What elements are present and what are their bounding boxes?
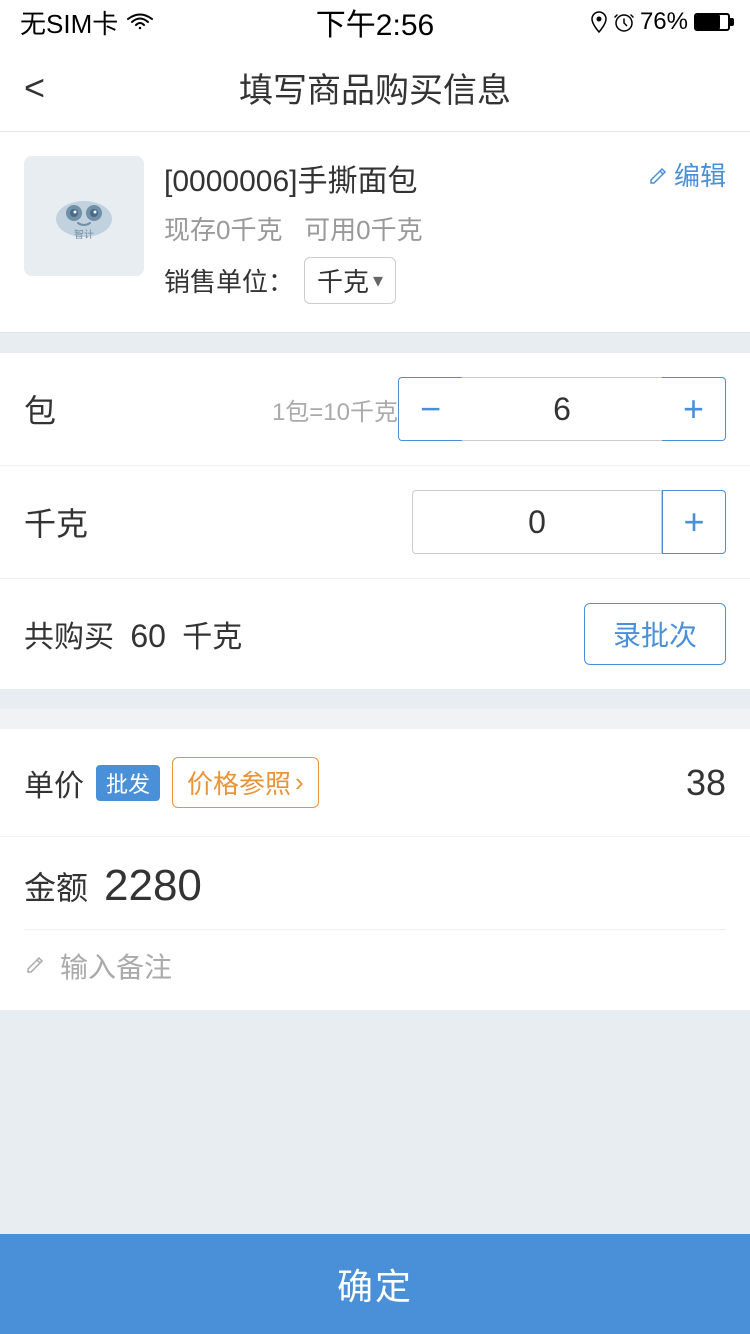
nav-bar: < 填写商品购买信息 bbox=[0, 44, 750, 132]
battery-percent: 76% bbox=[640, 8, 688, 36]
chevron-down-icon: ▾ bbox=[373, 268, 383, 293]
price-section: 单价 批发 价格参照 › 38 bbox=[0, 729, 750, 837]
note-row[interactable]: 输入备注 bbox=[24, 929, 726, 1010]
quantity-section: 包 1包=10千克 − + 千克 + 共购买 60 千克 bbox=[0, 353, 750, 689]
pack-minus-button[interactable]: − bbox=[398, 377, 462, 441]
section-separator-1 bbox=[0, 333, 750, 353]
status-carrier: 无SIM卡 bbox=[20, 4, 154, 41]
product-info: [0000006]手撕面包 编辑 现存0千克 可用0千克 销售单位： 千克 ▾ bbox=[164, 156, 726, 304]
pencil-icon bbox=[24, 950, 50, 983]
product-name: [0000006]手撕面包 bbox=[164, 156, 417, 200]
pack-qty-row: 包 1包=10千克 − + bbox=[0, 353, 750, 466]
pack-qty-input[interactable] bbox=[462, 377, 662, 441]
alarm-icon bbox=[614, 11, 634, 33]
amount-label: 金额 bbox=[24, 863, 88, 909]
kg-qty-controls: + bbox=[412, 490, 726, 554]
amount-value: 2280 bbox=[104, 861, 202, 911]
price-row: 单价 批发 价格参照 › 38 bbox=[0, 729, 750, 837]
pack-label: 包 bbox=[24, 386, 264, 432]
kg-plus-button[interactable]: + bbox=[662, 490, 726, 554]
amount-row: 金额 2280 bbox=[24, 861, 726, 911]
carrier-text: 无SIM卡 bbox=[20, 4, 118, 41]
section-separator-2 bbox=[0, 689, 750, 709]
location-icon bbox=[590, 11, 608, 33]
total-row: 共购买 60 千克 录批次 bbox=[0, 579, 750, 689]
price-tag: 批发 bbox=[96, 765, 160, 801]
wifi-icon bbox=[126, 12, 154, 32]
edit-button[interactable]: 编辑 bbox=[648, 156, 726, 193]
pack-plus-button[interactable]: + bbox=[662, 377, 726, 441]
batch-button[interactable]: 录批次 bbox=[584, 603, 726, 665]
edit-icon bbox=[648, 164, 670, 186]
svg-text:智计: 智计 bbox=[74, 228, 94, 241]
confirm-button-label: 确定 bbox=[337, 1258, 413, 1310]
kg-qty-input[interactable] bbox=[412, 490, 662, 554]
product-stock: 现存0千克 可用0千克 bbox=[164, 210, 726, 247]
note-placeholder: 输入备注 bbox=[60, 946, 172, 986]
unit-select[interactable]: 千克 ▾ bbox=[304, 257, 396, 304]
price-value: 38 bbox=[686, 762, 726, 804]
price-label-group: 单价 批发 价格参照 › bbox=[24, 757, 319, 808]
bottom-spacer bbox=[0, 1010, 750, 1270]
kg-qty-row: 千克 + bbox=[0, 466, 750, 579]
price-label: 单价 bbox=[24, 761, 84, 805]
page-title: 填写商品购买信息 bbox=[239, 63, 511, 112]
status-right: 76% bbox=[590, 8, 730, 36]
confirm-button[interactable]: 确定 bbox=[0, 1234, 750, 1334]
back-button[interactable]: < bbox=[24, 67, 45, 109]
pack-qty-controls: − + bbox=[398, 377, 726, 441]
product-thumbnail: 智计 bbox=[24, 156, 144, 276]
product-unit-row: 销售单位： 千克 ▾ bbox=[164, 257, 726, 304]
total-text: 共购买 60 千克 bbox=[24, 612, 242, 656]
battery-icon bbox=[694, 13, 730, 31]
unit-label: 销售单位： bbox=[164, 262, 294, 299]
pack-hint: 1包=10千克 bbox=[272, 392, 398, 427]
total-value: 60 bbox=[130, 618, 166, 654]
kg-label: 千克 bbox=[24, 506, 88, 542]
amount-section: 金额 2280 输入备注 bbox=[0, 837, 750, 1010]
product-card: 智计 [0000006]手撕面包 编辑 现存0千克 可用0千克 销售单位： 千克… bbox=[0, 132, 750, 333]
price-ref-button[interactable]: 价格参照 › bbox=[172, 757, 319, 808]
status-bar: 无SIM卡 下午2:56 76% bbox=[0, 0, 750, 44]
product-logo-icon: 智计 bbox=[48, 191, 120, 241]
status-time: 下午2:56 bbox=[316, 0, 434, 44]
